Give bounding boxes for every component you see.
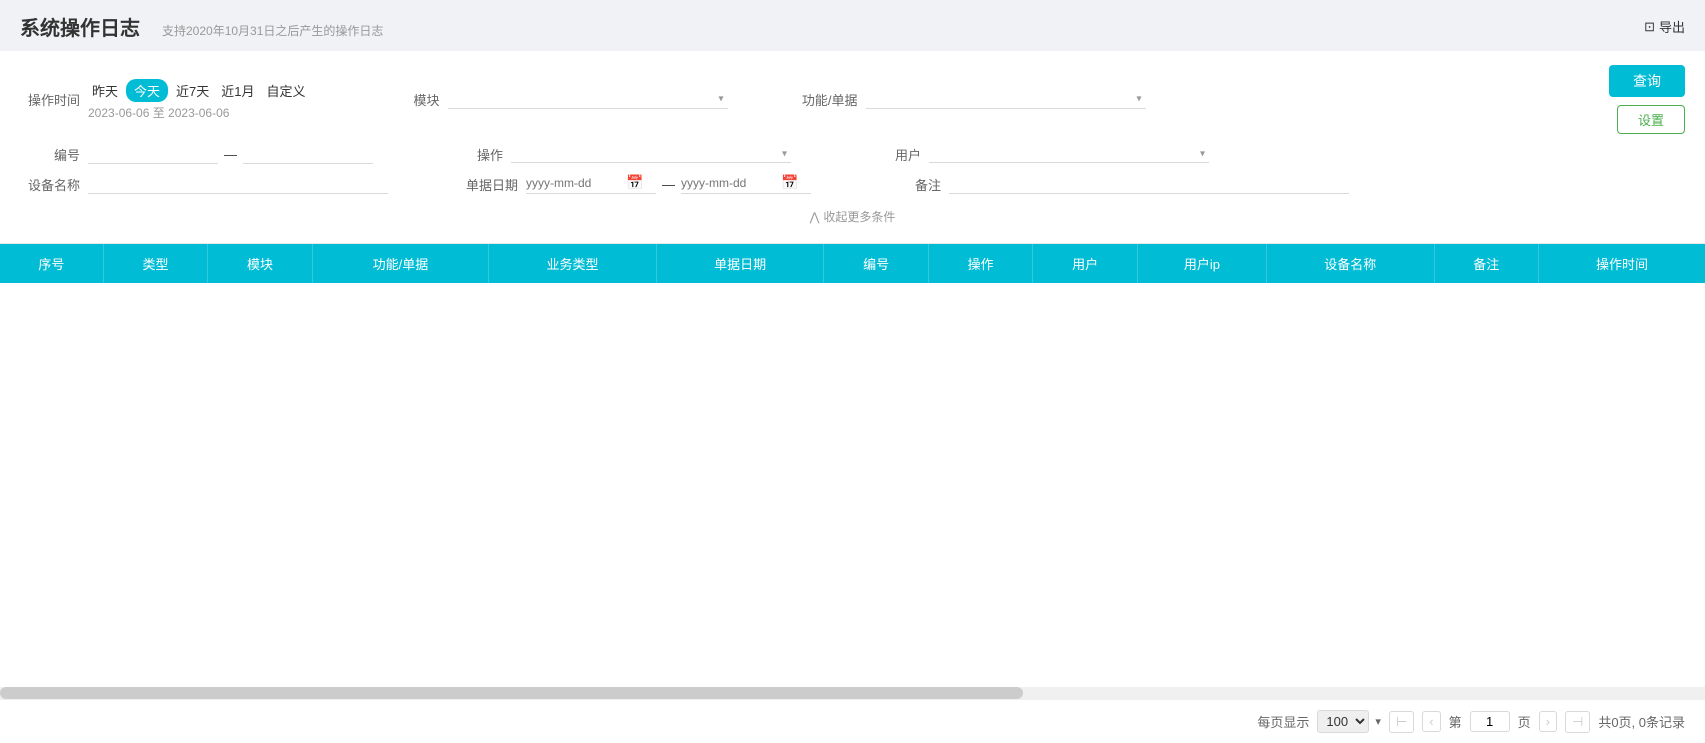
page-size-chevron-icon: ▾ [1375, 715, 1381, 728]
col-type: 类型 [103, 244, 207, 283]
function-select-wrap: ▾ [866, 91, 1146, 109]
time-buttons: 昨天 今天 近7天 近1月 自定义 [88, 79, 310, 102]
table-header: 序号 类型 模块 功能/单据 业务类型 单据日期 编号 操作 用户 用户ip 设… [0, 244, 1705, 283]
date-end-wrap: 📅 [681, 174, 811, 194]
col-voucher-date: 单据日期 [656, 244, 824, 283]
operation-label: 操作 [443, 145, 503, 164]
collapse-label: 收起更多条件 [823, 208, 895, 225]
calendar-start-icon[interactable]: 📅 [626, 174, 643, 191]
time-btn-custom[interactable]: 自定义 [263, 79, 310, 102]
col-user-ip: 用户ip [1137, 244, 1266, 283]
user-select[interactable] [929, 145, 1209, 160]
data-table: 序号 类型 模块 功能/单据 业务类型 单据日期 编号 操作 用户 用户ip 设… [0, 244, 1705, 283]
pagination-bar: 每页显示 100 50 200 ▾ ⊢ ‹ 第 1 页 › ⊣ 共0页, 0条记… [0, 699, 1705, 743]
user-label: 用户 [861, 145, 921, 164]
operation-select[interactable] [511, 145, 791, 160]
current-page-input[interactable]: 1 [1470, 711, 1510, 732]
col-remark: 备注 [1434, 244, 1538, 283]
page-size-select[interactable]: 100 50 200 [1317, 710, 1369, 733]
time-range: 2023-06-06 至 2023-06-06 [88, 104, 310, 121]
page-title: 系统操作日志 [20, 12, 140, 41]
time-btn-today[interactable]: 今天 [126, 79, 168, 102]
prev-page-button[interactable]: ‹ [1422, 711, 1440, 732]
header-title-wrap: 系统操作日志 支持2020年10月31日之后产生的操作日志 [20, 12, 383, 41]
time-btn-7days[interactable]: 近7天 [172, 79, 213, 102]
remark-input[interactable] [949, 174, 1349, 194]
device-input[interactable] [88, 174, 388, 194]
remark-label: 备注 [881, 175, 941, 194]
export-label: 导出 [1659, 17, 1685, 36]
page-subtitle: 支持2020年10月31日之后产生的操作日志 [162, 22, 383, 39]
collapse-button[interactable]: ⋀ 收起更多条件 [810, 208, 896, 225]
date-dash: — [662, 177, 675, 192]
query-button[interactable]: 查询 [1609, 65, 1685, 97]
number-start-input[interactable] [88, 144, 218, 164]
export-button[interactable]: ⊡ 导出 [1644, 17, 1685, 36]
date-start-wrap: 📅 [526, 174, 656, 194]
function-label: 功能/单据 [798, 90, 858, 109]
scroll-thumb [0, 687, 1023, 699]
date-end-input[interactable] [681, 176, 781, 190]
per-page-label: 每页显示 [1257, 712, 1309, 731]
col-device: 设备名称 [1266, 244, 1434, 283]
col-user: 用户 [1033, 244, 1137, 283]
device-label: 设备名称 [20, 175, 80, 194]
user-field-group: 用户 ▾ [861, 145, 1209, 164]
next-page-button[interactable]: › [1539, 711, 1557, 732]
number-end-input[interactable] [243, 144, 373, 164]
col-biz-type: 业务类型 [489, 244, 657, 283]
user-select-wrap: ▾ [929, 145, 1209, 163]
export-icon: ⊡ [1644, 19, 1655, 35]
page-container: 系统操作日志 支持2020年10月31日之后产生的操作日志 ⊡ 导出 操作时间 … [0, 0, 1705, 743]
table-header-row: 序号 类型 模块 功能/单据 业务类型 单据日期 编号 操作 用户 用户ip 设… [0, 244, 1705, 283]
filter-row-1: 操作时间 昨天 今天 近7天 近1月 自定义 2023-06-06 至 2023… [20, 65, 1685, 134]
remark-field-group: 备注 [881, 174, 1349, 194]
time-label: 操作时间 [20, 90, 80, 109]
function-field-group: 功能/单据 ▾ [798, 90, 1146, 109]
filter-panel: 操作时间 昨天 今天 近7天 近1月 自定义 2023-06-06 至 2023… [0, 51, 1705, 244]
col-op-time: 操作时间 [1539, 244, 1705, 283]
filter-row-3: 设备名称 单据日期 📅 — 📅 备注 [20, 174, 1685, 194]
page-unit: 页 [1518, 712, 1531, 731]
calendar-end-icon[interactable]: 📅 [781, 174, 798, 191]
col-number: 编号 [824, 244, 928, 283]
page-label: 第 [1449, 712, 1462, 731]
voucher-date-label: 单据日期 [458, 175, 518, 194]
date-start-input[interactable] [526, 176, 626, 190]
module-select[interactable] [448, 91, 728, 106]
operation-field-group: 操作 ▾ [443, 145, 791, 164]
total-info: 共0页, 0条记录 [1598, 712, 1685, 731]
col-function: 功能/单据 [312, 244, 488, 283]
filter-row-2: 编号 — 操作 ▾ 用户 [20, 144, 1685, 164]
number-field-group: 编号 — [20, 144, 373, 164]
function-select[interactable] [866, 91, 1146, 106]
last-page-button[interactable]: ⊣ [1565, 711, 1590, 733]
settings-button[interactable]: 设置 [1617, 105, 1685, 134]
module-label: 模块 [380, 90, 440, 109]
col-module: 模块 [208, 244, 312, 283]
col-seq: 序号 [0, 244, 103, 283]
number-dash: — [224, 147, 237, 162]
page-header: 系统操作日志 支持2020年10月31日之后产生的操作日志 ⊡ 导出 [0, 0, 1705, 51]
time-filter-group: 操作时间 昨天 今天 近7天 近1月 自定义 2023-06-06 至 2023… [20, 79, 310, 121]
first-page-button[interactable]: ⊢ [1389, 711, 1414, 733]
number-label: 编号 [20, 145, 80, 164]
scroll-track[interactable] [0, 687, 1705, 699]
device-field-group: 设备名称 [20, 174, 388, 194]
time-btn-yesterday[interactable]: 昨天 [88, 79, 122, 102]
voucher-date-field-group: 单据日期 📅 — 📅 [458, 174, 811, 194]
table-wrap: 序号 类型 模块 功能/单据 业务类型 单据日期 编号 操作 用户 用户ip 设… [0, 244, 1705, 687]
module-field-group: 模块 ▾ [380, 90, 728, 109]
collapse-chevron-icon: ⋀ [810, 210, 820, 224]
operation-select-wrap: ▾ [511, 145, 791, 163]
module-select-wrap: ▾ [448, 91, 728, 109]
col-operation: 操作 [928, 244, 1032, 283]
action-buttons-group: 查询 设置 [1609, 65, 1685, 134]
time-btn-1month[interactable]: 近1月 [217, 79, 258, 102]
collapse-bar: ⋀ 收起更多条件 [20, 204, 1685, 233]
